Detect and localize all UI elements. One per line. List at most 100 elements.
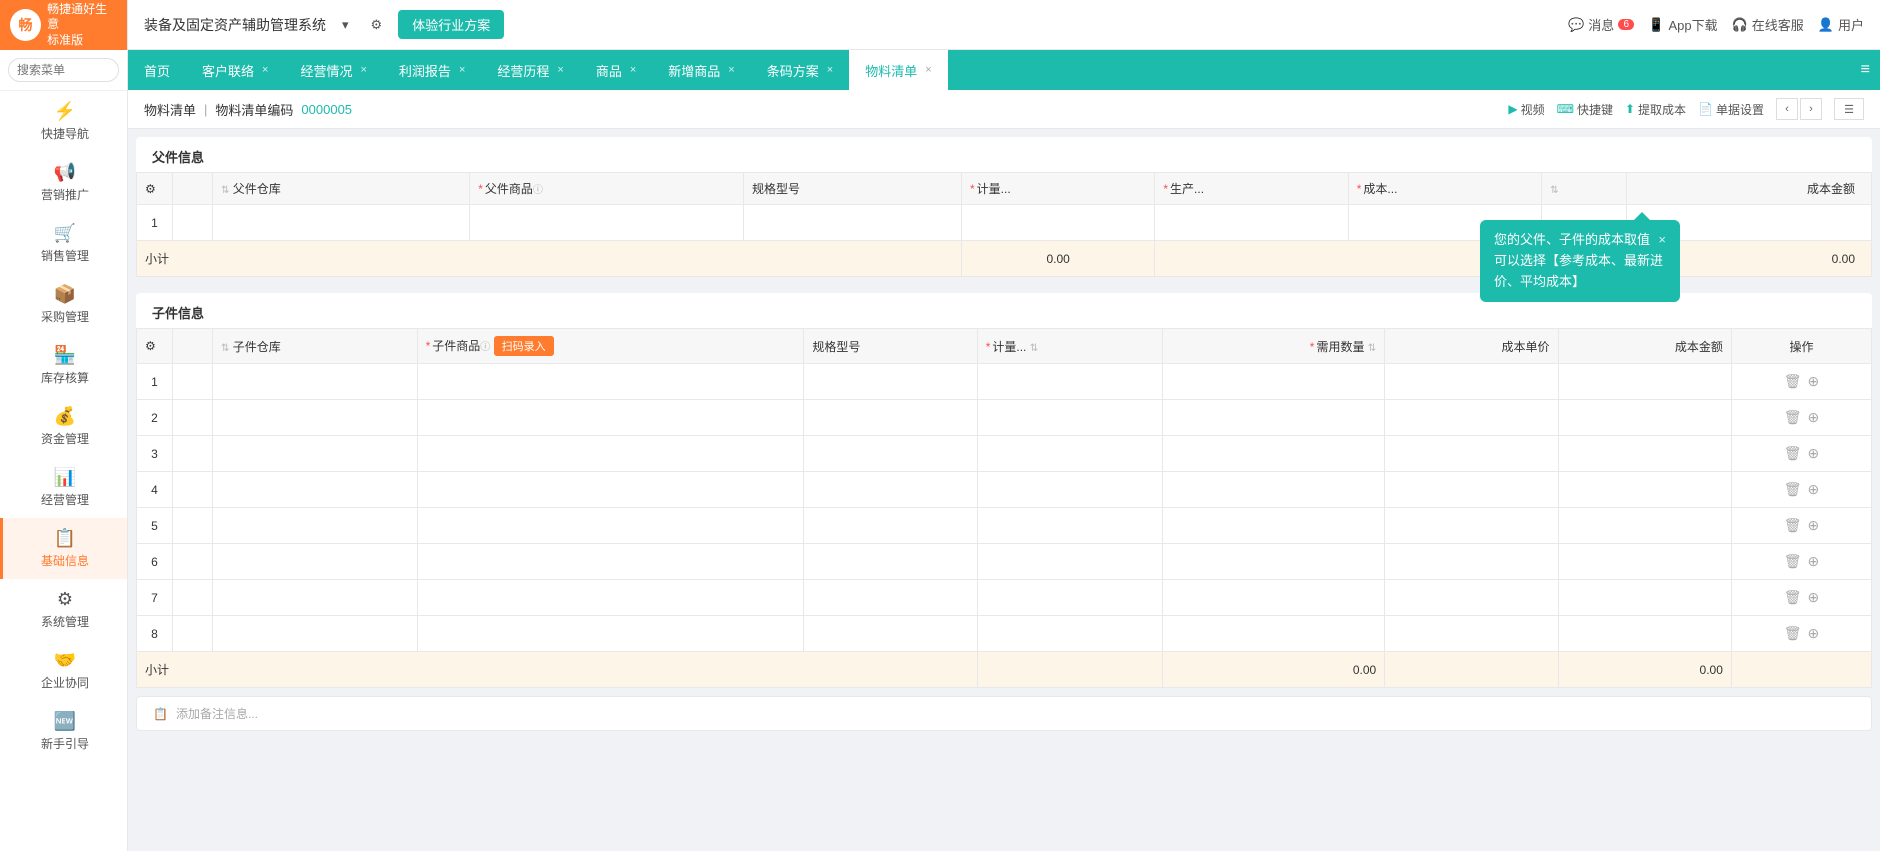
settings-btn[interactable]: ⚙ — [365, 15, 389, 35]
single-settings-tool[interactable]: 📄 单据设置 — [1698, 101, 1764, 118]
parent-col-settings[interactable]: ⚙ — [137, 173, 173, 205]
child-row-unit-price[interactable] — [1385, 508, 1558, 544]
child-row-qty[interactable] — [1162, 364, 1384, 400]
delete-icon[interactable]: 🗑 — [1784, 553, 1802, 570]
child-row-spec[interactable] — [804, 436, 977, 472]
sidebar-item-purchase[interactable]: 📦 采购管理 — [0, 274, 127, 335]
parent-row-spec[interactable] — [744, 205, 962, 241]
sidebar-item-finance[interactable]: 💰 资金管理 — [0, 396, 127, 457]
copy-icon[interactable]: ⊕ — [1807, 373, 1819, 390]
parent-row-production[interactable] — [1155, 205, 1348, 241]
child-row-product[interactable] — [417, 472, 804, 508]
delete-icon[interactable]: 🗑 — [1784, 409, 1802, 426]
tab-home[interactable]: 首页 — [128, 50, 186, 90]
child-row-qty[interactable] — [1162, 436, 1384, 472]
child-row-unit-price[interactable] — [1385, 580, 1558, 616]
shortcut-tool[interactable]: ⌨ 快捷键 — [1557, 101, 1613, 118]
child-row-product[interactable] — [417, 616, 804, 652]
child-row-unit[interactable] — [977, 580, 1162, 616]
trial-btn[interactable]: 体验行业方案 — [398, 10, 504, 39]
tooltip-close-btn[interactable]: × — [1658, 230, 1666, 251]
sidebar-item-enterprise[interactable]: 🤝 企业协同 — [0, 640, 127, 701]
child-row-spec[interactable] — [804, 544, 977, 580]
child-row-unit-price[interactable] — [1385, 364, 1558, 400]
next-btn[interactable]: › — [1800, 98, 1822, 120]
parent-row-warehouse[interactable] — [213, 205, 470, 241]
sidebar-item-guide[interactable]: 🆕 新手引导 — [0, 701, 127, 762]
close-all-tabs-btn[interactable]: ≡ — [1851, 61, 1880, 79]
child-row-qty[interactable] — [1162, 508, 1384, 544]
delete-icon[interactable]: 🗑 — [1784, 625, 1802, 642]
child-row-unit[interactable] — [977, 472, 1162, 508]
tab-goods[interactable]: 商品 × — [580, 50, 652, 90]
copy-icon[interactable]: ⊕ — [1807, 409, 1819, 426]
child-row-product[interactable] — [417, 364, 804, 400]
delete-icon[interactable]: 🗑 — [1784, 589, 1802, 606]
child-row-product[interactable] — [417, 544, 804, 580]
tab-barcode[interactable]: 条码方案 × — [751, 50, 849, 90]
child-row-warehouse[interactable] — [213, 544, 418, 580]
user-menu[interactable]: 👤 用户 — [1818, 15, 1864, 34]
child-row-product[interactable] — [417, 400, 804, 436]
child-row-warehouse[interactable] — [213, 472, 418, 508]
prev-btn[interactable]: ‹ — [1776, 98, 1798, 120]
child-row-unit-price[interactable] — [1385, 616, 1558, 652]
child-row-unit-price[interactable] — [1385, 472, 1558, 508]
sidebar-item-sales[interactable]: 🛒 销售管理 — [0, 213, 127, 274]
child-row-spec[interactable] — [804, 400, 977, 436]
child-row-unit-price[interactable] — [1385, 400, 1558, 436]
child-row-spec[interactable] — [804, 472, 977, 508]
tab-goods-close[interactable]: × — [630, 64, 636, 76]
child-row-product[interactable] — [417, 436, 804, 472]
tab-history[interactable]: 经营历程 × — [481, 50, 579, 90]
delete-icon[interactable]: 🗑 — [1784, 481, 1802, 498]
delete-icon[interactable]: 🗑 — [1784, 373, 1802, 390]
child-row-unit[interactable] — [977, 616, 1162, 652]
tab-bom[interactable]: 物料清单 × — [849, 50, 947, 90]
child-row-qty[interactable] — [1162, 544, 1384, 580]
child-row-qty[interactable] — [1162, 472, 1384, 508]
copy-icon[interactable]: ⊕ — [1807, 481, 1819, 498]
child-row-warehouse[interactable] — [213, 400, 418, 436]
child-row-unit[interactable] — [977, 400, 1162, 436]
child-row-warehouse[interactable] — [213, 436, 418, 472]
child-row-product[interactable] — [417, 508, 804, 544]
child-row-qty[interactable] — [1162, 616, 1384, 652]
view-tool[interactable]: ▶ 视频 — [1508, 101, 1544, 118]
copy-icon[interactable]: ⊕ — [1807, 625, 1819, 642]
tab-business[interactable]: 经营情况 × — [284, 50, 382, 90]
parent-row-unit[interactable] — [961, 205, 1154, 241]
child-row-unit-price[interactable] — [1385, 544, 1558, 580]
child-row-warehouse[interactable] — [213, 616, 418, 652]
scan-btn[interactable]: 扫码录入 — [494, 336, 554, 356]
tab-profit[interactable]: 利润报告 × — [383, 50, 481, 90]
tab-bom-close[interactable]: × — [925, 64, 931, 76]
app-download-btn[interactable]: 📱 App下载 — [1648, 15, 1717, 34]
copy-icon[interactable]: ⊕ — [1807, 553, 1819, 570]
tab-new-goods[interactable]: 新增商品 × — [652, 50, 750, 90]
child-row-unit[interactable] — [977, 544, 1162, 580]
child-row-unit[interactable] — [977, 436, 1162, 472]
child-row-product[interactable] — [417, 580, 804, 616]
child-row-spec[interactable] — [804, 508, 977, 544]
tab-profit-close[interactable]: × — [459, 64, 465, 76]
tab-customers[interactable]: 客户联络 × — [186, 50, 284, 90]
online-service-btn[interactable]: 🎧 在线客服 — [1732, 15, 1804, 34]
list-view-btn[interactable]: ☰ — [1834, 98, 1864, 120]
child-row-qty[interactable] — [1162, 580, 1384, 616]
sidebar-item-quick-nav[interactable]: ⚡ 快捷导航 — [0, 91, 127, 152]
message-btn[interactable]: 💬 消息 6 — [1568, 15, 1634, 34]
copy-icon[interactable]: ⊕ — [1807, 517, 1819, 534]
search-input[interactable] — [8, 58, 119, 82]
child-row-warehouse[interactable] — [213, 508, 418, 544]
tab-business-close[interactable]: × — [360, 64, 366, 76]
tab-history-close[interactable]: × — [557, 64, 563, 76]
tab-new-goods-close[interactable]: × — [728, 64, 734, 76]
extract-cost-tool[interactable]: ⬆ 提取成本 — [1625, 101, 1686, 118]
dropdown-btn[interactable]: ▾ — [336, 15, 355, 35]
sidebar-item-system[interactable]: ⚙ 系统管理 — [0, 579, 127, 640]
child-row-unit[interactable] — [977, 508, 1162, 544]
delete-icon[interactable]: 🗑 — [1784, 445, 1802, 462]
child-row-spec[interactable] — [804, 616, 977, 652]
parent-row-product[interactable] — [470, 205, 744, 241]
